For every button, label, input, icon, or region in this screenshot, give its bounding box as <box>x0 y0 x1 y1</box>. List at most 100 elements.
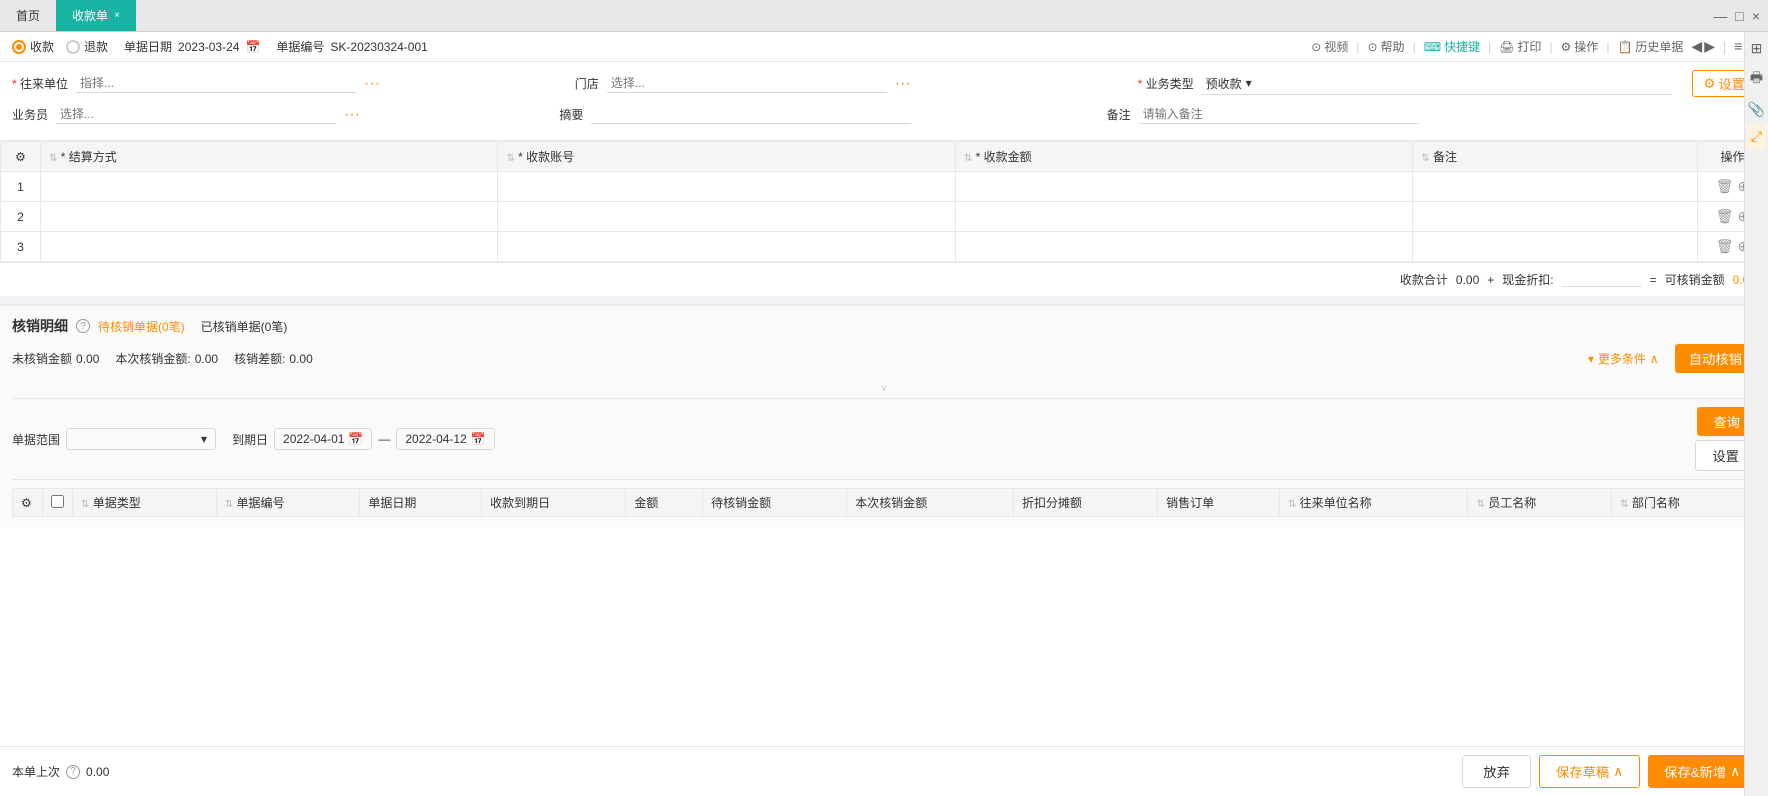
range-select[interactable]: ▾ <box>66 428 216 450</box>
chevron-down-icon: ▾ <box>1246 76 1252 90</box>
shop-more-icon[interactable]: ··· <box>895 75 911 93</box>
footer-info-icon[interactable]: ? <box>66 765 80 779</box>
minimize-icon[interactable]: — <box>1713 8 1727 24</box>
cell-amount-3[interactable] <box>955 232 1412 262</box>
cell-amount-2[interactable] <box>955 202 1412 232</box>
sidebar-expand-icon[interactable]: ⤢ <box>1747 124 1766 149</box>
staff-input[interactable] <box>56 105 336 124</box>
lower-scroll: 核销明细 ? 待核销单据(0笔) 已核销单据(0笔) 未核销金额 0.00 本次… <box>0 304 1768 746</box>
col-pending-header: 待核销金额 <box>703 489 847 517</box>
remark-input[interactable] <box>1139 105 1419 124</box>
more-conditions-btn[interactable]: ▾ 更多条件 ∧ <box>1588 350 1659 367</box>
staff-more-icon[interactable]: ··· <box>344 106 360 124</box>
cell-settlement-2[interactable] <box>41 202 498 232</box>
cell-account-3[interactable] <box>498 232 955 262</box>
col-due-date-header: 收款到期日 <box>482 489 626 517</box>
maximize-icon[interactable]: □ <box>1735 8 1743 24</box>
sidebar-print-icon[interactable]: 🖶 <box>1746 63 1767 95</box>
writeoff-info-icon[interactable]: ? <box>76 319 90 333</box>
col-dept-header: ⇅ 部门名称 <box>1612 489 1756 517</box>
unwriteoff-label: 未核销金额 <box>12 350 72 367</box>
help-icon: ⊙ <box>1367 40 1377 54</box>
delete-row-3-icon[interactable]: 🗑 <box>1716 238 1734 255</box>
operations-btn[interactable]: ⚙ 操作 <box>1561 38 1599 55</box>
sidebar-attach-icon[interactable]: 📎 <box>1744 97 1768 122</box>
bill-date-label: 单据日期 <box>124 38 172 55</box>
col-amount-header: ⇅ * 收款金额 <box>955 142 1412 172</box>
collapse-indicator[interactable]: ∨ <box>12 383 1756 394</box>
cell-remark-1[interactable] <box>1413 172 1698 202</box>
discount-input[interactable] <box>1562 272 1642 287</box>
table-row: 1 🗑 ⊕ <box>1 172 1768 202</box>
cell-remark-3[interactable] <box>1413 232 1698 262</box>
abandon-button[interactable]: 放弃 <box>1462 755 1531 788</box>
partner-input[interactable] <box>76 74 356 93</box>
save-new-button[interactable]: 保存&新增 ∧ <box>1648 755 1756 788</box>
col-account-header: ⇅ * 收款账号 <box>498 142 955 172</box>
sep1: | <box>1356 40 1359 54</box>
tab-active-label: 收款单 <box>72 7 108 24</box>
prev-arrow[interactable]: ◀ <box>1691 38 1702 55</box>
radio-tuikuan[interactable]: 退款 <box>66 38 108 55</box>
cell-amount-1[interactable] <box>955 172 1412 202</box>
footer-buttons: 放弃 保存草稿 ∧ 保存&新增 ∧ <box>1462 755 1756 788</box>
tab-home-label: 首页 <box>16 7 40 24</box>
col-gear[interactable]: ⚙ <box>1 142 41 172</box>
radio-shouquan[interactable]: 收款 <box>12 38 54 55</box>
tab-done[interactable]: 已核销单据(0笔) <box>201 318 288 335</box>
date-separator: — <box>378 432 390 446</box>
bill-date-value[interactable]: 2023-03-24 <box>178 40 239 54</box>
next-arrow[interactable]: ▶ <box>1704 38 1715 55</box>
col-amount-header: 金额 <box>626 489 703 517</box>
shop-section: 门店 ··· <box>575 74 1110 93</box>
col-amount-label: * 收款金额 <box>976 150 1032 164</box>
list-view-btn[interactable]: ≡ <box>1734 38 1742 55</box>
delete-row-2-icon[interactable]: 🗑 <box>1716 208 1734 225</box>
help-btn[interactable]: ⊙ 帮助 <box>1367 38 1404 55</box>
summary-input[interactable] <box>591 105 911 124</box>
sep6: | <box>1723 40 1726 54</box>
tab-home[interactable]: 首页 <box>0 0 56 31</box>
business-type-select[interactable]: 预收款 ▾ <box>1202 73 1673 95</box>
calendar-icon[interactable]: 📅 <box>245 40 260 54</box>
shortcut-btn[interactable]: ⌨ 快捷键 <box>1424 38 1480 55</box>
cell-remark-2[interactable] <box>1413 202 1698 232</box>
writeoff-table-header: ⚙ ⇅ 单据类型 ⇅ <box>13 489 1756 517</box>
tab-pending[interactable]: 待核销单据(0笔) <box>98 318 185 335</box>
select-all-checkbox[interactable] <box>51 495 64 508</box>
range-chevron-icon: ▾ <box>201 432 207 446</box>
delete-row-1-icon[interactable]: 🗑 <box>1716 178 1734 195</box>
col-checkbox-header[interactable] <box>43 489 73 517</box>
calendar-from-icon: 📅 <box>348 432 363 446</box>
history-btn[interactable]: 📋 历史单据 <box>1617 38 1683 55</box>
video-btn[interactable]: ⊙ 视频 <box>1311 38 1348 55</box>
operations-icon: ⚙ <box>1561 40 1572 54</box>
help-label: 帮助 <box>1381 38 1405 55</box>
range-label: 单据范围 <box>12 431 60 448</box>
tab-close-icon[interactable]: × <box>114 10 120 21</box>
top-toolbar: 收款 退款 单据日期 2023-03-24 📅 单据编号 SK-20230324… <box>0 32 1768 62</box>
cell-settlement-1[interactable] <box>41 172 498 202</box>
shortcut-label: 快捷键 <box>1444 38 1480 55</box>
chevron-up-icon: ∧ <box>1650 352 1659 366</box>
col-gear-bottom[interactable]: ⚙ <box>13 489 43 517</box>
sort-icon-settlement: ⇅ <box>49 153 57 164</box>
print-btn[interactable]: 🖨 打印 <box>1499 38 1541 55</box>
summary-section: 摘要 <box>559 105 1078 124</box>
close-icon[interactable]: × <box>1752 8 1760 24</box>
partner-more-icon[interactable]: ··· <box>364 75 380 93</box>
tab-active-receipt[interactable]: 收款单 × <box>56 0 136 31</box>
date-to-picker[interactable]: 2022-04-12 📅 <box>396 428 494 450</box>
date-from-picker[interactable]: 2022-04-01 📅 <box>274 428 372 450</box>
writeoff-title-text: 核销明细 <box>12 316 68 336</box>
shop-input[interactable] <box>607 74 887 93</box>
header-row: ⚙ ⇅ * 结算方式 ⇅ * 收款账号 ⇅ * 收款金额 <box>1 142 1768 172</box>
cell-account-1[interactable] <box>498 172 955 202</box>
sidebar-table-icon[interactable]: ⊞ <box>1747 36 1767 61</box>
writeoff-stats: 未核销金额 0.00 本次核销金额: 0.00 核销差额: 0.00 ▾ 更多条… <box>12 344 1756 373</box>
cell-settlement-3[interactable] <box>41 232 498 262</box>
cell-account-2[interactable] <box>498 202 955 232</box>
bill-no-value[interactable]: SK-20230324-001 <box>330 40 427 54</box>
total-value: 0.00 <box>1456 273 1479 287</box>
draft-button[interactable]: 保存草稿 ∧ <box>1539 755 1640 788</box>
